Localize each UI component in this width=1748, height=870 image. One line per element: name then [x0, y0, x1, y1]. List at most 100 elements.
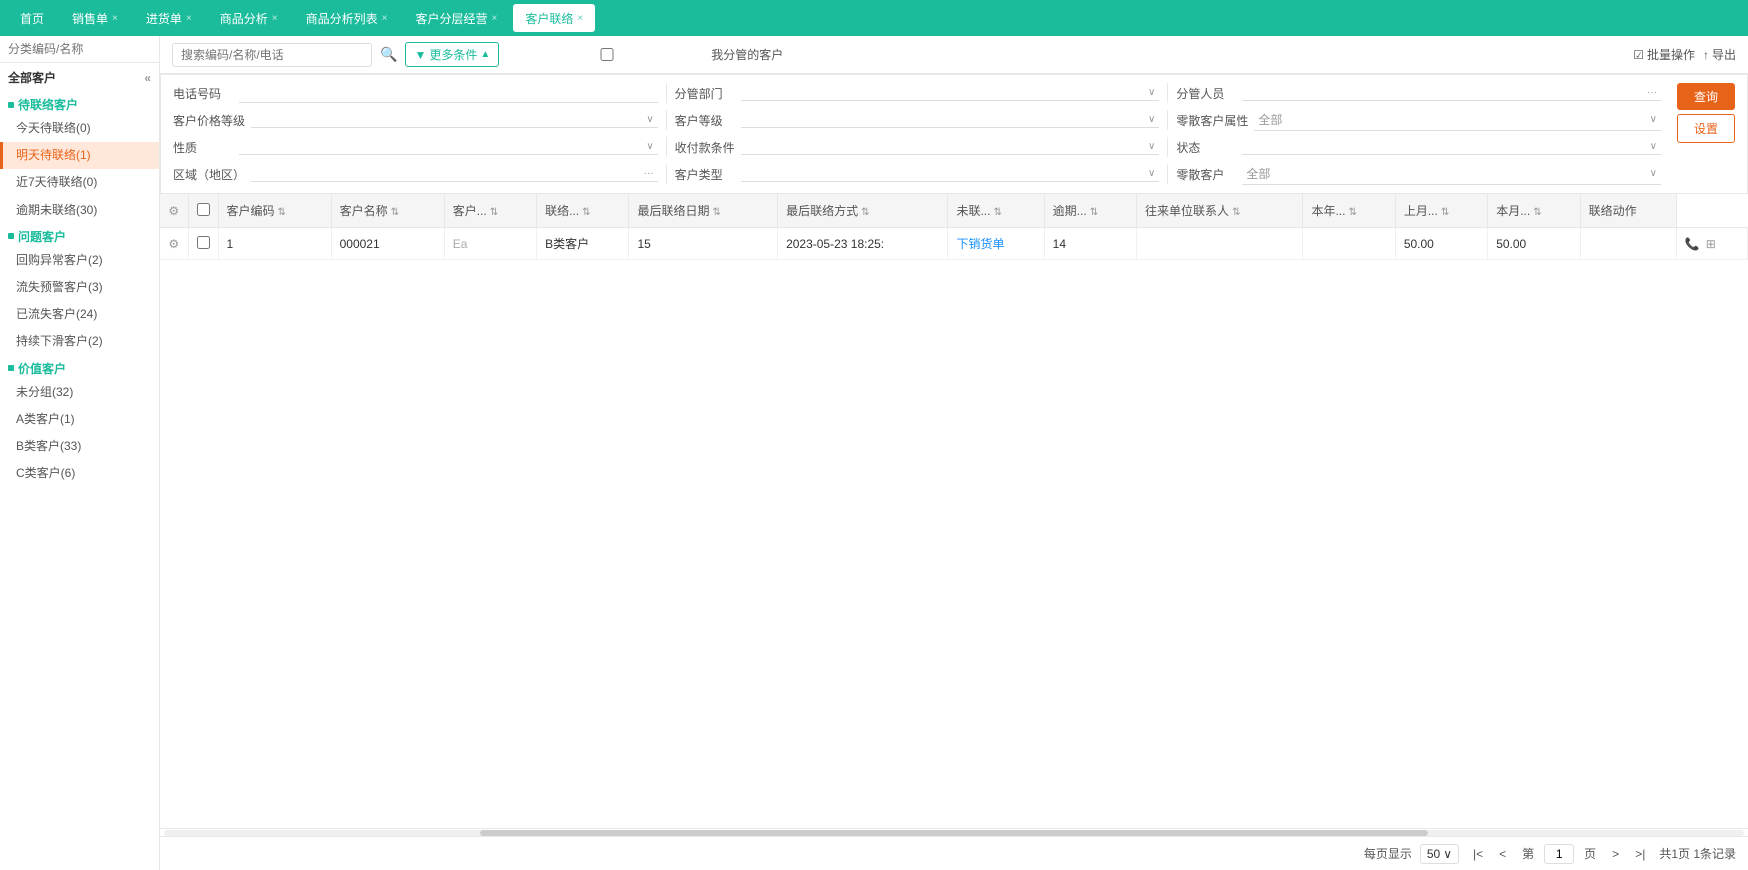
filter-gender-label: 性质: [173, 139, 233, 156]
last-page-button[interactable]: >|: [1629, 845, 1651, 863]
filter-region-select[interactable]: ···: [251, 166, 658, 182]
filter-region-field: 区域（地区） ···: [173, 166, 658, 183]
filter-status-select[interactable]: ∨: [1242, 139, 1661, 155]
close-product-analysis-list-icon[interactable]: ×: [382, 13, 388, 24]
nav-product-analysis[interactable]: 商品分析 ×: [208, 4, 290, 32]
sidebar-item-c-customer[interactable]: C类客户(6): [0, 460, 159, 487]
close-customer-contact-icon[interactable]: ×: [577, 13, 583, 24]
filter-gender-select[interactable]: ∨: [239, 139, 658, 155]
th-contact-person: 往来单位联系人⇅: [1137, 194, 1303, 228]
th-last-contact-date: 最后联络日期⇅: [629, 194, 778, 228]
nav-sales-order[interactable]: 销售单 ×: [60, 4, 130, 32]
filter-divider-1: [666, 83, 667, 103]
nav-home[interactable]: 首页: [8, 4, 56, 32]
sidebar-section-pending: 待联络客户: [0, 92, 159, 115]
horizontal-scrollbar[interactable]: [160, 828, 1748, 836]
sort-this-year-icon[interactable]: ⇅: [1348, 207, 1356, 218]
nav-product-analysis-list[interactable]: 商品分析列表 ×: [294, 4, 400, 32]
page-navigation: |< < 第 页 > >|: [1467, 843, 1651, 864]
main-search-icon[interactable]: 🔍: [380, 46, 397, 63]
sort-unlinked-icon[interactable]: ⇅: [993, 207, 1001, 218]
sort-type-icon[interactable]: ⇅: [490, 207, 498, 218]
close-purchase-order-icon[interactable]: ×: [186, 13, 192, 24]
payment-chevron-icon: ∨: [1148, 141, 1155, 152]
customer-type-chevron-icon: ∨: [1148, 168, 1155, 179]
nav-customer-layered[interactable]: 客户分层经营 ×: [403, 4, 509, 32]
page-number-input[interactable]: [1544, 844, 1574, 864]
sort-name-icon[interactable]: ⇅: [391, 207, 399, 218]
filter-phone-input[interactable]: [239, 84, 658, 103]
close-product-analysis-icon[interactable]: ×: [272, 13, 278, 24]
sidebar-item-overdue-contact[interactable]: 逾期未联络(30): [0, 197, 159, 224]
row-this-year: 50.00: [1395, 228, 1487, 260]
filter-price-level-label: 客户价格等级: [173, 112, 245, 129]
sidebar-item-declining[interactable]: 持续下滑客户(2): [0, 328, 159, 355]
sidebar-item-abnormal-purchase[interactable]: 回购异常客户(2): [0, 247, 159, 274]
sidebar-item-lost[interactable]: 已流失客户(24): [0, 301, 159, 328]
row-action-grid-icon[interactable]: ⊞: [1706, 237, 1716, 251]
query-button[interactable]: 查询: [1677, 83, 1735, 110]
all-customers-title[interactable]: 全部客户 «: [0, 63, 159, 92]
filter-row-2: 客户价格等级 ∨ 客户等级 ∨: [173, 109, 1661, 131]
next-page-button[interactable]: >: [1606, 845, 1625, 863]
row-checkbox[interactable]: [197, 236, 210, 249]
filter-customer-type-label: 客户类型: [675, 166, 735, 183]
sidebar-item-lost-warning[interactable]: 流失预警客户(3): [0, 274, 159, 301]
export-button[interactable]: ↑ 导出: [1703, 46, 1736, 63]
row-action-phone-icon[interactable]: 📞: [1685, 237, 1700, 251]
sort-last-month-icon[interactable]: ⇅: [1441, 207, 1449, 218]
main-search-input[interactable]: [172, 43, 372, 67]
filter-retail-customer-select[interactable]: 全部 ∨: [1242, 163, 1661, 185]
my-customer-checkbox[interactable]: [507, 48, 707, 61]
sort-contact-icon[interactable]: ⇅: [582, 207, 590, 218]
sidebar-item-ungrouped[interactable]: 未分组(32): [0, 379, 159, 406]
close-sales-order-icon[interactable]: ×: [112, 13, 118, 24]
nav-purchase-order[interactable]: 进货单 ×: [134, 4, 204, 32]
th-last-contact-method: 最后联络方式⇅: [778, 194, 948, 228]
top-navigation: 首页 销售单 × 进货单 × 商品分析 × 商品分析列表 × 客户分层经营 × …: [0, 0, 1748, 36]
dept-chevron-icon: ∨: [1148, 87, 1155, 98]
more-filter-button[interactable]: ▼ 更多条件 ▲: [405, 42, 499, 67]
bottom-bar: 每页显示 50 ∨ |< < 第 页 > >| 共1页 1条记录: [160, 836, 1748, 870]
total-records-text: 共1页 1条记录: [1659, 845, 1736, 862]
sidebar-item-tomorrow-contact[interactable]: 明天待联络(1): [0, 142, 159, 169]
sidebar-item-today-contact[interactable]: 今天待联络(0): [0, 115, 159, 142]
sidebar-search-input[interactable]: [8, 42, 160, 56]
filter-person-select[interactable]: ···: [1242, 85, 1661, 101]
filter-retail-customer-field: 零散客户 全部 ∨: [1176, 163, 1661, 185]
filter-customer-level-select[interactable]: ∨: [741, 112, 1160, 128]
row-contact-method-link[interactable]: 下销货单: [956, 237, 1004, 251]
sidebar-item-7days-contact[interactable]: 近7天待联络(0): [0, 169, 159, 196]
filter-retail-customer-label: 零散客户: [1176, 166, 1236, 183]
filter-phone-label: 电话号码: [173, 85, 233, 102]
filter-retail-attr-select[interactable]: 全部 ∨: [1254, 109, 1661, 131]
per-page-chevron-icon: ∨: [1443, 847, 1452, 861]
row-code: 000021: [331, 228, 444, 260]
sort-code-icon[interactable]: ⇅: [278, 207, 286, 218]
sort-method-icon[interactable]: ⇅: [861, 207, 869, 218]
sort-contact-person-icon[interactable]: ⇅: [1232, 207, 1240, 218]
filter-price-level-select[interactable]: ∨: [251, 112, 658, 128]
filter-dept-select[interactable]: ∨: [741, 85, 1160, 101]
nav-customer-contact[interactable]: 客户联络 ×: [513, 4, 595, 32]
export-icon: ↑: [1703, 48, 1709, 62]
filter-payment-select[interactable]: ∨: [741, 139, 1160, 155]
sidebar-item-b-customer[interactable]: B类客户(33): [0, 433, 159, 460]
per-page-select[interactable]: 50 ∨: [1420, 844, 1459, 864]
sort-overdue-icon[interactable]: ⇅: [1090, 207, 1098, 218]
th-last-month: 上月...⇅: [1395, 194, 1487, 228]
select-all-checkbox[interactable]: [197, 203, 210, 216]
first-page-button[interactable]: |<: [1467, 845, 1489, 863]
scroll-thumb[interactable]: [480, 830, 1428, 836]
sidebar-item-a-customer[interactable]: A类客户(1): [0, 406, 159, 433]
close-customer-layered-icon[interactable]: ×: [491, 13, 497, 24]
filter-customer-level-label: 客户等级: [675, 112, 735, 129]
settings-button[interactable]: 设置: [1677, 114, 1735, 143]
row-settings-icon[interactable]: ⚙: [160, 228, 188, 260]
sort-date-icon[interactable]: ⇅: [712, 207, 720, 218]
batch-ops-button[interactable]: ☑ 批量操作: [1633, 46, 1695, 63]
filter-customer-type-select[interactable]: ∨: [741, 166, 1160, 182]
prev-page-button[interactable]: <: [1493, 845, 1512, 863]
sort-this-month-icon[interactable]: ⇅: [1533, 207, 1541, 218]
my-customer-checkbox-area[interactable]: 我分管的客户: [507, 46, 783, 63]
